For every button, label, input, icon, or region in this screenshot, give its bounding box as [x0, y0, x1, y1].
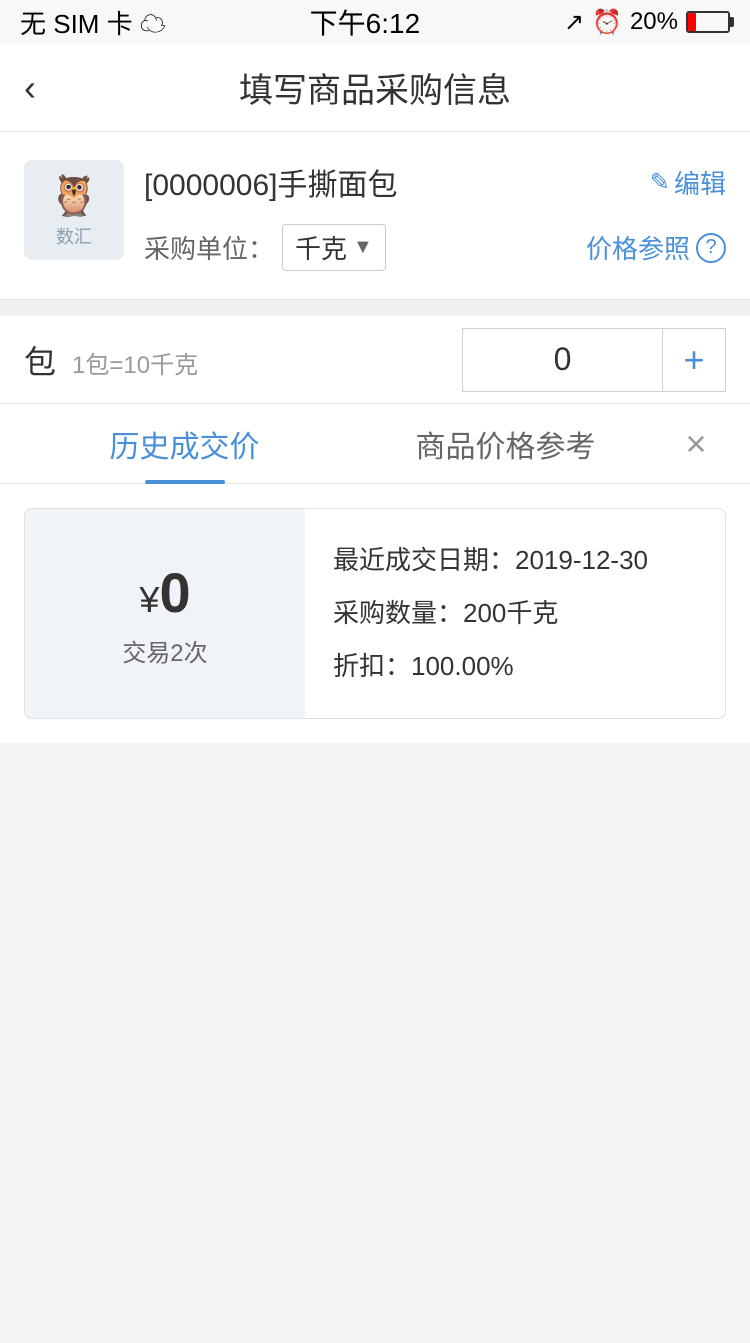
currency-symbol: ¥ — [139, 579, 159, 620]
recent-date-row: 最近成交日期：2019-12-30 — [333, 541, 697, 580]
battery-percent: 20% — [630, 8, 678, 36]
content-area — [0, 743, 750, 1343]
tab-bar: 历史成交价 商品价格参考 × — [0, 404, 750, 484]
nav-bar: ‹ 填写商品采购信息 — [0, 44, 750, 132]
alarm-icon: ⏰ — [592, 8, 622, 37]
recent-date-label: 最近成交日期： — [333, 545, 515, 575]
product-info: [0000006]手撕面包 ✎ 编辑 采购单位： 千克 ▼ 价格参照 ? — [144, 160, 726, 271]
product-unit-row: 采购单位： 千克 ▼ 价格参照 ? — [144, 224, 726, 271]
product-title: 手撕面包 — [277, 169, 397, 202]
product-name: [0000006]手撕面包 — [144, 160, 397, 204]
history-card: ¥0 交易2次 最近成交日期：2019-12-30 采购数量：200千克 折扣：… — [24, 508, 726, 719]
history-detail-panel: 最近成交日期：2019-12-30 采购数量：200千克 折扣：100.00% — [305, 509, 725, 718]
tab-history-label: 历史成交价 — [110, 422, 260, 466]
sim-status: 无 SIM 卡 ☁ — [20, 4, 166, 41]
product-logo-icon: 🦉 — [49, 172, 99, 219]
quantity-control: + — [462, 328, 726, 392]
purchase-qty-value: 200千克 — [463, 598, 558, 628]
edit-button[interactable]: ✎ 编辑 — [650, 164, 726, 201]
unit-label: 采购单位： — [144, 229, 274, 266]
battery-icon — [686, 11, 730, 33]
quantity-plus-button[interactable]: + — [662, 328, 726, 392]
status-bar: 无 SIM 卡 ☁ 下午6:12 ↗ ⏰ 20% — [0, 0, 750, 44]
history-price-panel: ¥0 交易2次 — [25, 509, 305, 718]
quantity-conversion: 1包=10千克 — [72, 345, 198, 380]
product-header: [0000006]手撕面包 ✎ 编辑 — [144, 160, 726, 204]
price-number: 0 — [159, 561, 190, 624]
product-code: [0000006] — [144, 169, 277, 202]
purchase-qty-row: 采购数量：200千克 — [333, 594, 697, 633]
history-price-value: ¥0 — [139, 560, 190, 625]
tab-close-button[interactable]: × — [666, 414, 726, 474]
unit-value: 千克 — [295, 229, 347, 266]
tab-price-ref-label: 商品价格参考 — [416, 422, 596, 466]
unit-select[interactable]: 千克 ▼ — [282, 224, 386, 271]
price-ref-label: 价格参照 — [586, 229, 690, 266]
tab-history-price[interactable]: 历史成交价 — [24, 404, 345, 484]
quantity-unit: 包 — [24, 337, 56, 383]
quantity-label-group: 包 1包=10千克 — [24, 337, 198, 383]
quantity-input[interactable] — [462, 328, 662, 392]
edit-icon: ✎ — [650, 168, 670, 197]
status-right: ↗ ⏰ 20% — [564, 8, 730, 37]
product-logo-text: 数汇 — [56, 223, 92, 249]
page-title: 填写商品采购信息 — [239, 63, 511, 112]
section-divider — [0, 300, 750, 316]
discount-value: 100.00% — [411, 651, 514, 681]
status-time: 下午6:12 — [310, 2, 421, 42]
location-icon: ↗ — [564, 8, 584, 37]
discount-label: 折扣： — [333, 651, 411, 681]
quantity-row: 包 1包=10千克 + — [0, 316, 750, 404]
trade-count: 交易2次 — [122, 633, 207, 668]
purchase-qty-label: 采购数量： — [333, 598, 463, 628]
discount-row: 折扣：100.00% — [333, 647, 697, 686]
history-section: ¥0 交易2次 最近成交日期：2019-12-30 采购数量：200千克 折扣：… — [0, 484, 750, 743]
back-button[interactable]: ‹ — [24, 67, 36, 109]
tab-product-price-ref[interactable]: 商品价格参考 — [345, 404, 666, 484]
recent-date-value: 2019-12-30 — [515, 545, 648, 575]
status-left: 无 SIM 卡 ☁ — [20, 4, 166, 41]
price-reference-button[interactable]: 价格参照 ? — [586, 229, 726, 266]
edit-label: 编辑 — [674, 164, 726, 201]
unit-dropdown-icon: ▼ — [353, 236, 373, 259]
product-image: 🦉 数汇 — [24, 160, 124, 260]
product-card: 🦉 数汇 [0000006]手撕面包 ✎ 编辑 采购单位： 千克 ▼ 价格参照 — [0, 132, 750, 300]
price-ref-help-icon: ? — [696, 233, 726, 263]
